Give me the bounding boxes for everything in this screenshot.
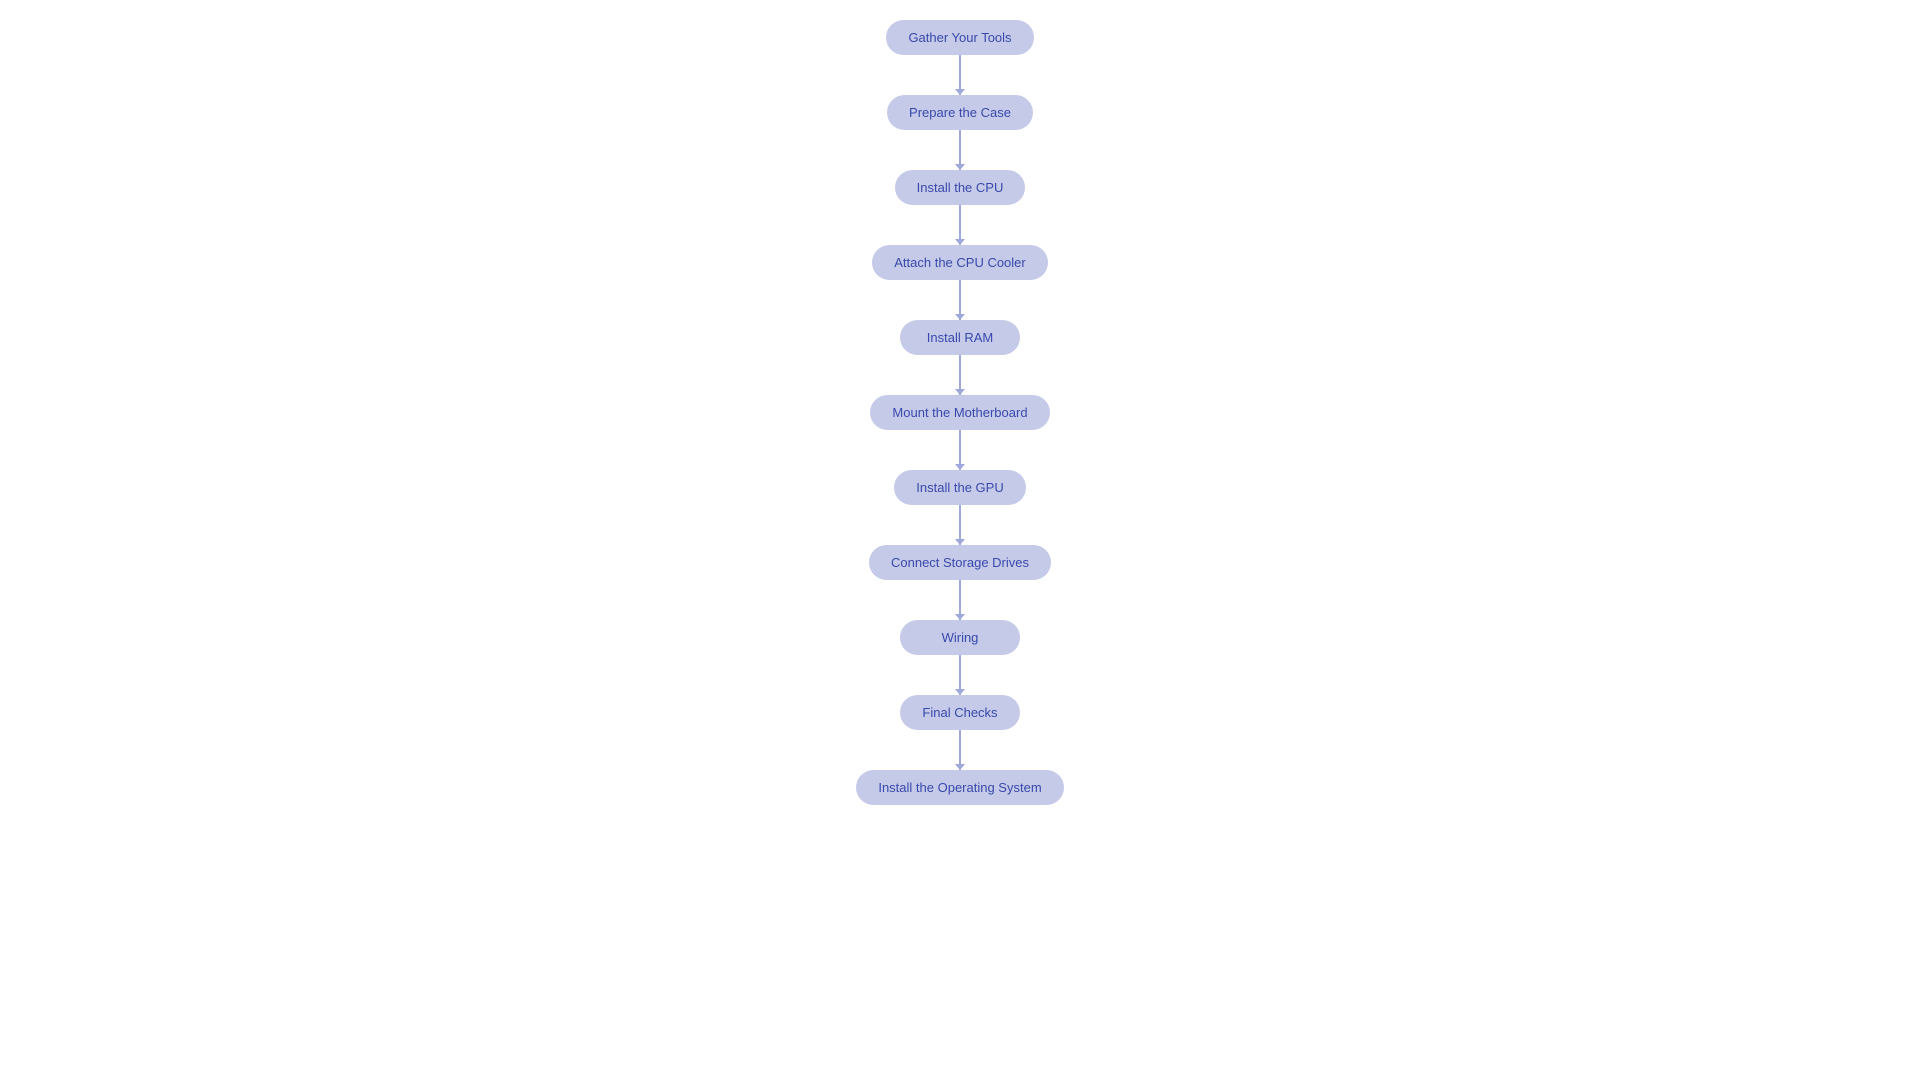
flow-connector-3: [959, 280, 961, 320]
flow-node-connect-storage[interactable]: Connect Storage Drives: [869, 545, 1051, 580]
flow-node-attach-cpu-cooler[interactable]: Attach the CPU Cooler: [872, 245, 1048, 280]
flow-connector-0: [959, 55, 961, 95]
flow-connector-8: [959, 655, 961, 695]
flow-connector-5: [959, 430, 961, 470]
flow-node-wiring[interactable]: Wiring: [900, 620, 1020, 655]
flow-node-install-gpu[interactable]: Install the GPU: [894, 470, 1025, 505]
flow-connector-2: [959, 205, 961, 245]
flow-node-prepare-case[interactable]: Prepare the Case: [887, 95, 1033, 130]
flowchart: Gather Your Tools Prepare the Case Install…: [856, 10, 1063, 835]
flow-connector-7: [959, 580, 961, 620]
flow-connector-9: [959, 730, 961, 770]
flow-connector-1: [959, 130, 961, 170]
flow-node-install-os[interactable]: Install the Operating System: [856, 770, 1063, 805]
flow-connector-4: [959, 355, 961, 395]
flow-node-final-checks[interactable]: Final Checks: [900, 695, 1020, 730]
flow-node-install-cpu[interactable]: Install the CPU: [895, 170, 1026, 205]
flow-connector-6: [959, 505, 961, 545]
flow-node-mount-motherboard[interactable]: Mount the Motherboard: [870, 395, 1049, 430]
flow-node-install-ram[interactable]: Install RAM: [900, 320, 1020, 355]
flow-node-gather-tools[interactable]: Gather Your Tools: [886, 20, 1033, 55]
